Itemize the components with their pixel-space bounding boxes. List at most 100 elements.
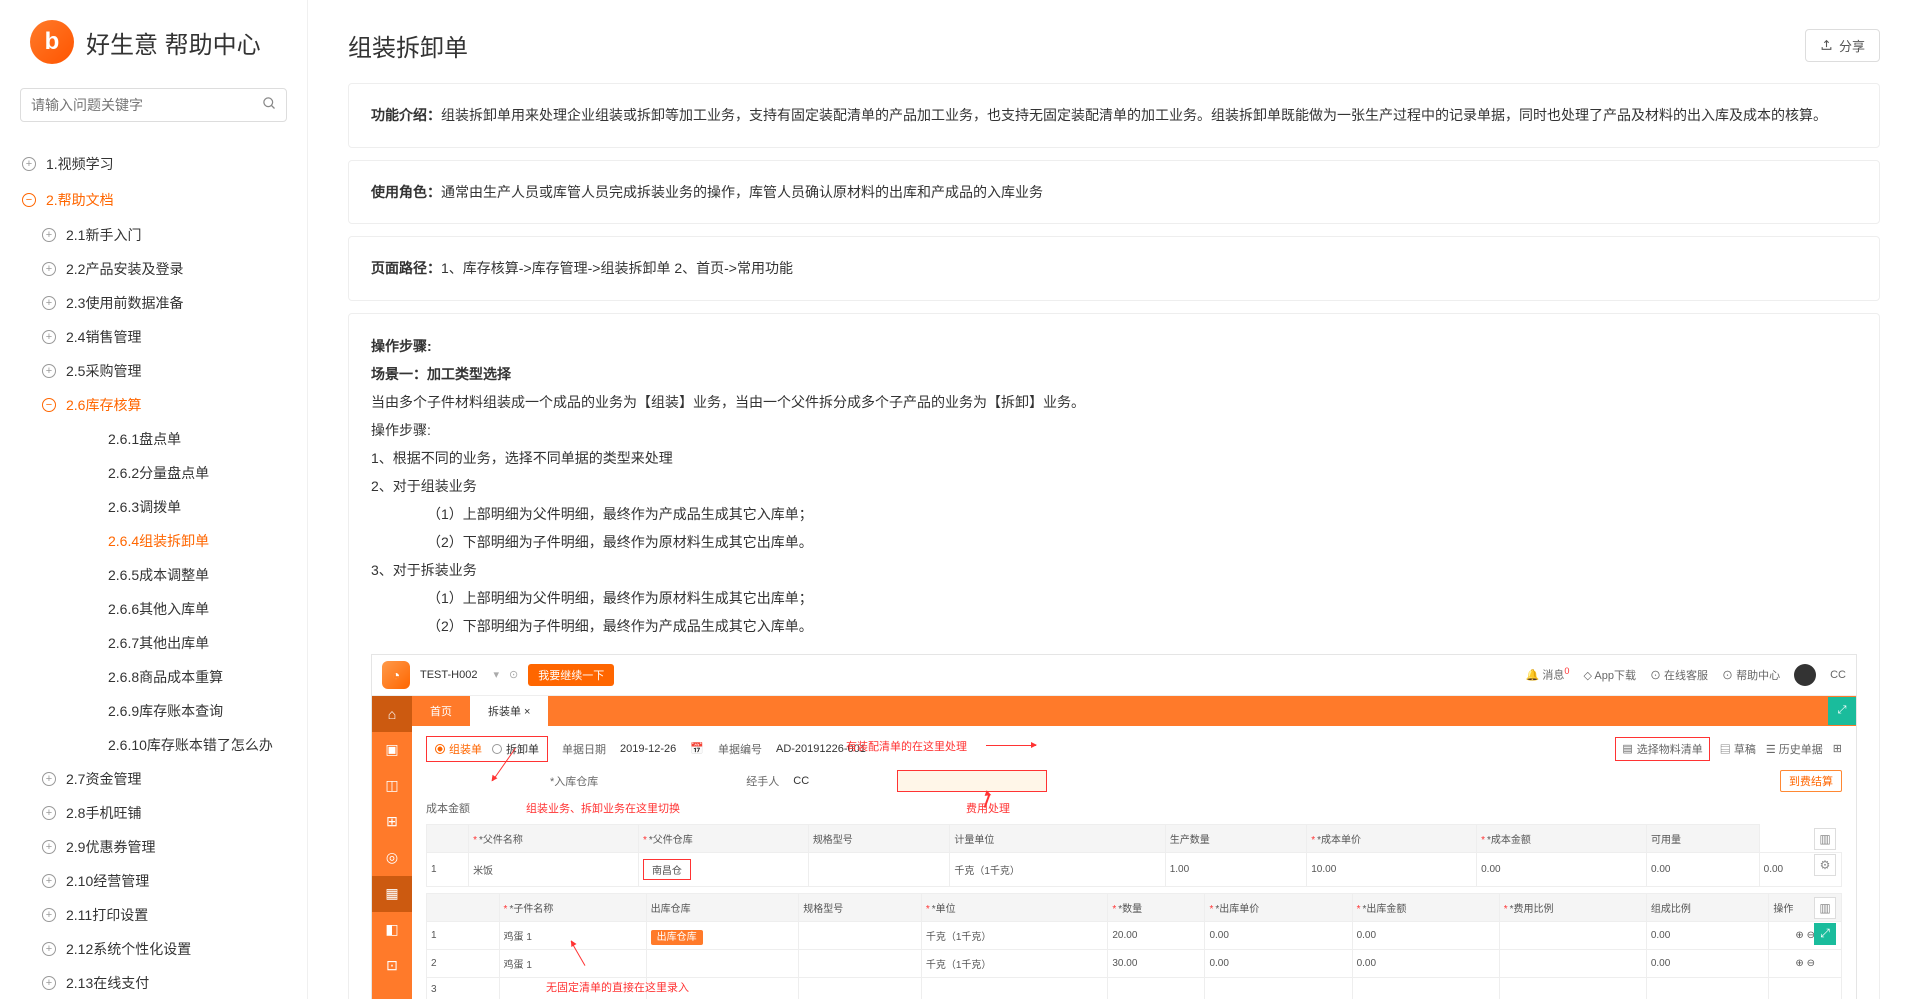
ss-tabs: 首页 拆装单 × ⤢: [412, 696, 1856, 726]
nav-label: 2.4销售管理: [66, 327, 141, 347]
ss-logo-icon: ◔: [382, 661, 410, 689]
nav-item[interactable]: +2.10经营管理: [40, 864, 307, 898]
plus-circle-icon: +: [40, 838, 58, 856]
service-link: ⊙ 在线客服: [1650, 667, 1708, 683]
plus-circle-icon: +: [40, 260, 58, 278]
intro-text: 组装拆卸单用来处理企业组装或拆卸等加工业务，支持有固定装配清单的产品加工业务，也…: [441, 107, 1827, 123]
plus-circle-icon: +: [40, 770, 58, 788]
steps-label: 操作步骤:: [371, 416, 1857, 444]
nav-item[interactable]: +2.4销售管理: [40, 320, 307, 354]
nav-item[interactable]: +2.3使用前数据准备: [40, 286, 307, 320]
nav-leaf[interactable]: 2.6.3调拨单: [60, 490, 307, 524]
nav-leaf[interactable]: 2.6.9库存账本查询: [60, 694, 307, 728]
annot-fee: 费用处理: [966, 800, 1010, 816]
step-3-1: （1）上部明细为父件明细，最终作为原材料生成其它出库单；: [371, 584, 1857, 612]
ss-handler-label: 经手人: [746, 773, 779, 789]
plus-circle-icon: +: [40, 294, 58, 312]
share-button[interactable]: 分享: [1805, 29, 1880, 62]
nav-item[interactable]: +2.5采购管理: [40, 354, 307, 388]
nav-item[interactable]: +1.视频学习: [20, 146, 307, 182]
ss-cost-label: 成本金额: [426, 800, 486, 816]
annot-radio: 组装业务、拆卸业务在这里切换: [526, 800, 680, 816]
nav-tree: +1.视频学习−2.帮助文档+2.1新手入门+2.2产品安装及登录+2.3使用前…: [20, 146, 307, 999]
nav-item[interactable]: +2.13在线支付: [40, 966, 307, 999]
nav-item[interactable]: +2.8手机旺铺: [40, 796, 307, 830]
nav-leaf[interactable]: 2.6.1盘点单: [60, 422, 307, 456]
ss-radio-assemble: 组装单: [435, 741, 482, 757]
cart-icon: 🔔 消息0: [1526, 666, 1570, 683]
annot-list: 有装配清单的在这里处理: [846, 738, 967, 754]
logo-icon: b: [30, 20, 74, 64]
rail-item-icon: ◫: [372, 768, 412, 804]
nav-item[interactable]: +2.11打印设置: [40, 898, 307, 932]
scene-desc: 当由多个子件材料组装成一个成品的业务为【组装】业务，当由一个父件拆分成多个子产品…: [371, 388, 1857, 416]
rail-item-icon: ◧: [372, 912, 412, 948]
title-row: 组装拆卸单 分享: [308, 0, 1920, 83]
step-3-2: （2）下部明细为子件明细，最终作为产成品生成其它入库单。: [371, 612, 1857, 640]
embedded-screenshot: ◔ TEST-H002 ▾ ⊙ 我要继续一下 🔔 消息0 ◇ App下载 ⊙ 在…: [371, 654, 1857, 999]
search-icon[interactable]: [262, 96, 277, 114]
ss-parent-table: *父件名称*父件仓库规格型号计量单位生产数量*成本单价*成本金额可用量1米饭南昌…: [426, 824, 1842, 887]
share-label: 分享: [1839, 36, 1865, 55]
ss-topbar: ◔ TEST-H002 ▾ ⊙ 我要继续一下 🔔 消息0 ◇ App下载 ⊙ 在…: [372, 655, 1856, 696]
nav-leaf[interactable]: 2.6.6其他入库单: [60, 592, 307, 626]
nav-leaf[interactable]: 2.6.2分量盘点单: [60, 456, 307, 490]
rail-item-icon: ⊡: [372, 948, 412, 984]
plus-circle-icon: +: [40, 974, 58, 992]
arrow-icon: [986, 745, 1036, 746]
nav-item[interactable]: −2.帮助文档: [20, 182, 307, 218]
nav-item[interactable]: +2.1新手入门: [40, 218, 307, 252]
nav-label: 2.6库存核算: [66, 395, 141, 415]
step-2-1: （1）上部明细为父件明细，最终作为产成品生成其它入库单；: [371, 500, 1857, 528]
plus-circle-icon: +: [40, 328, 58, 346]
plus-circle-icon: +: [40, 226, 58, 244]
ss-rail: ⌂ ▣ ◫ ⊞ ◎ ▦ ◧ ⊡: [372, 696, 412, 999]
role-label: 使用角色：: [371, 184, 441, 200]
intro-box: 功能介绍：组装拆卸单用来处理企业组装或拆卸等加工业务，支持有固定装配清单的产品加…: [348, 83, 1880, 148]
gear-icon: ⚙: [1814, 854, 1836, 876]
nav-label: 2.10经营管理: [66, 871, 149, 891]
ss-username: CC: [1830, 669, 1846, 681]
plus-circle-icon: +: [20, 155, 38, 173]
nav-item[interactable]: −2.6库存核算: [40, 388, 307, 422]
rail-item-icon: ⊞: [372, 804, 412, 840]
ss-tenant: TEST-H002: [420, 669, 477, 681]
rail-home-icon: ⌂: [372, 696, 412, 732]
nav-label: 2.13在线支付: [66, 973, 149, 993]
plus-circle-icon: +: [40, 362, 58, 380]
calendar-icon: 📅: [690, 742, 704, 755]
intro-label: 功能介绍：: [371, 107, 441, 123]
nav-leaf[interactable]: 2.6.7其他出库单: [60, 626, 307, 660]
ss-history-link: ☰ 历史单据: [1766, 741, 1823, 757]
headset-icon: ⊙: [509, 668, 518, 681]
search-input[interactable]: [20, 88, 287, 122]
nav-label: 2.11打印设置: [66, 905, 148, 925]
nav-leaf[interactable]: 2.6.4组装拆卸单: [60, 524, 307, 558]
role-box: 使用角色：通常由生产人员或库管人员完成拆装业务的操作，库管人员确认原材料的出库和…: [348, 160, 1880, 225]
page-title: 组装拆卸单: [348, 28, 468, 63]
nav-item[interactable]: +2.12系统个性化设置: [40, 932, 307, 966]
nav-sub: 2.6.1盘点单2.6.2分量盘点单2.6.3调拨单2.6.4组装拆卸单2.6.…: [40, 422, 307, 762]
ss-fee-button: 到费结算: [1780, 770, 1842, 792]
step-3: 3、对于拆装业务: [371, 556, 1857, 584]
barcode-icon: ▥: [1814, 828, 1836, 850]
minus-circle-icon: −: [40, 396, 58, 414]
nav-label: 2.3使用前数据准备: [66, 293, 183, 313]
expand-icon: ⤢: [1814, 923, 1836, 945]
plus-circle-icon: +: [40, 940, 58, 958]
nav-item[interactable]: +2.9优惠券管理: [40, 830, 307, 864]
plus-circle-icon: +: [40, 804, 58, 822]
ss-bom-button: ▤ 选择物料清单: [1615, 737, 1709, 761]
nav-leaf[interactable]: 2.6.8商品成本重算: [60, 660, 307, 694]
share-icon: [1820, 39, 1833, 52]
nav-item[interactable]: +2.7资金管理: [40, 762, 307, 796]
ss-draft-link: ▤ 草稿: [1720, 741, 1756, 757]
nav-leaf[interactable]: 2.6.10库存账本错了怎么办: [60, 728, 307, 762]
nav-item[interactable]: +2.2产品安装及登录: [40, 252, 307, 286]
nav-label: 2.12系统个性化设置: [66, 939, 191, 959]
ss-more-icon: ⊞: [1833, 742, 1842, 755]
nav-leaf[interactable]: 2.6.5成本调整单: [60, 558, 307, 592]
nav-label: 2.2产品安装及登录: [66, 259, 183, 279]
nav-sub: +2.1新手入门+2.2产品安装及登录+2.3使用前数据准备+2.4销售管理+2…: [20, 218, 307, 999]
step-2-2: （2）下部明细为子件明细，最终作为原材料生成其它出库单。: [371, 528, 1857, 556]
